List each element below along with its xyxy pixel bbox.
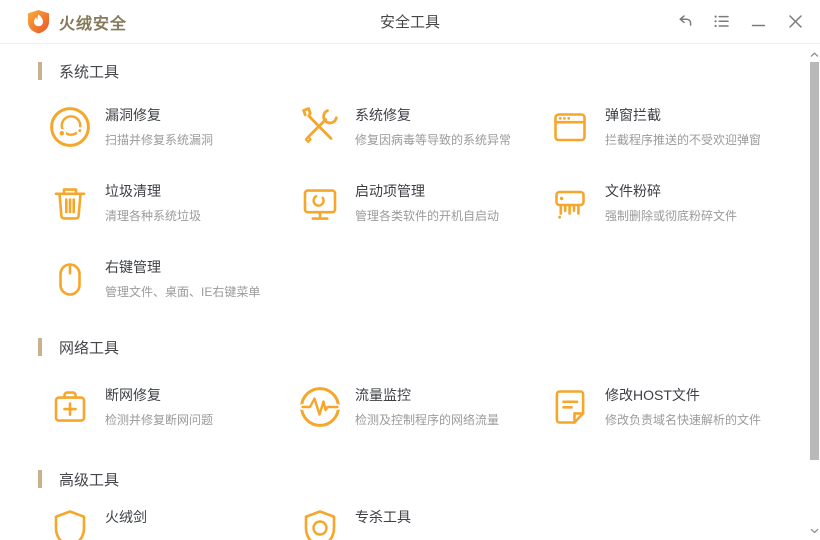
window-controls (676, 13, 820, 30)
tool-network-repair[interactable]: 断网修复 检测并修复断网问题 (48, 385, 298, 429)
tool-title: 文件粉碎 (605, 183, 661, 199)
section-accent-bar (38, 470, 42, 488)
trash-can-icon (48, 181, 92, 225)
title-bar: 火绒安全 安全工具 (0, 0, 820, 44)
tool-huorong-sword[interactable]: 火绒剑 (48, 507, 298, 540)
task-list-button[interactable] (713, 13, 730, 30)
app-window: 火绒安全 安全工具 系统工具 漏洞修复 扫描并修复系统漏洞 系统修复 修复因病毒… (0, 0, 820, 540)
tool-title: 启动项管理 (355, 183, 425, 199)
tool-title: 火绒剑 (105, 509, 147, 525)
tool-edit-host-file[interactable]: 修改HOST文件 修改负责域名快速解析的文件 (548, 385, 798, 429)
tool-desc: 检测及控制程序的网络流量 (355, 413, 500, 427)
tool-desc: 修改负责域名快速解析的文件 (605, 413, 762, 427)
shield-flame-icon (27, 9, 50, 34)
scrollbar-thumb[interactable] (810, 62, 819, 460)
tool-grid: 断网修复 检测并修复断网问题 流量监控 检测及控制程序的网络流量 修改HOST文… (48, 385, 820, 429)
brand-name: 火绒安全 (59, 15, 128, 33)
tools-page: 系统工具 漏洞修复 扫描并修复系统漏洞 系统修复 修复因病毒等导致的系统异常 弹… (0, 61, 820, 540)
tool-system-repair[interactable]: 系统修复 修复因病毒等导致的系统异常 (298, 105, 548, 149)
tool-title: 弹窗拦截 (605, 107, 661, 123)
brand: 火绒安全 (27, 9, 127, 34)
section-label: 网络工具 (59, 339, 120, 357)
tool-special-killers[interactable]: 专杀工具 (298, 507, 548, 540)
tool-desc: 修复因病毒等导致的系统异常 (355, 133, 512, 147)
tool-popup-blocker[interactable]: 弹窗拦截 拦截程序推送的不受欢迎弹窗 (548, 105, 798, 149)
section-header: 高级工具 (38, 469, 820, 489)
tool-title: 专杀工具 (355, 509, 411, 525)
tool-grid: 漏洞修复 扫描并修复系统漏洞 系统修复 修复因病毒等导致的系统异常 弹窗拦截 拦… (48, 105, 820, 301)
shield-icon (48, 507, 92, 540)
shredder-icon (548, 181, 592, 225)
tool-title: 流量监控 (355, 387, 411, 403)
section-accent-bar (38, 338, 42, 356)
close-button[interactable] (787, 13, 804, 30)
tool-title: 漏洞修复 (105, 107, 161, 123)
tool-grid: 火绒剑 专杀工具 (48, 507, 820, 540)
pulse-gauge-icon (298, 385, 342, 429)
popup-window-icon (548, 105, 592, 149)
tool-desc: 强制删除或彻底粉碎文件 (605, 209, 738, 223)
tool-desc: 管理文件、桌面、IE右键菜单 (105, 285, 261, 299)
section-label: 高级工具 (59, 471, 120, 489)
chevron-up-icon[interactable] (808, 48, 820, 62)
tool-desc: 清理各种系统垃圾 (105, 209, 202, 223)
tool-vulnerability-fix[interactable]: 漏洞修复 扫描并修复系统漏洞 (48, 105, 298, 149)
tool-traffic-monitor[interactable]: 流量监控 检测及控制程序的网络流量 (298, 385, 548, 429)
mouse-icon (48, 257, 92, 301)
monitor-power-icon (298, 181, 342, 225)
section-accent-bar (38, 62, 42, 80)
tool-title: 修改HOST文件 (605, 387, 700, 403)
tool-title: 断网修复 (105, 387, 161, 403)
section-header: 网络工具 (38, 337, 820, 357)
tool-context-menu-manager[interactable]: 右键管理 管理文件、桌面、IE右键菜单 (48, 257, 298, 301)
minimize-button[interactable] (750, 13, 767, 30)
tool-desc: 检测并修复断网问题 (105, 413, 214, 427)
tool-title: 垃圾清理 (105, 183, 161, 199)
section-advanced-tools: 高级工具 火绒剑 专杀工具 (0, 469, 820, 540)
shield-icon (298, 507, 342, 540)
section-label: 系统工具 (59, 63, 120, 81)
section-network-tools: 网络工具 断网修复 检测并修复断网问题 流量监控 检测及控制程序的网络流量 修改… (0, 337, 820, 429)
section-header: 系统工具 (38, 61, 820, 81)
document-edit-icon (548, 385, 592, 429)
first-aid-kit-icon (48, 385, 92, 429)
tool-title: 右键管理 (105, 259, 161, 275)
tool-title: 系统修复 (355, 107, 411, 123)
tool-desc: 拦截程序推送的不受欢迎弹窗 (605, 133, 762, 147)
back-button[interactable] (676, 13, 693, 30)
crossed-tools-icon (298, 105, 342, 149)
chevron-down-icon[interactable] (808, 524, 820, 538)
vertical-scrollbar[interactable] (808, 45, 820, 540)
tool-desc: 扫描并修复系统漏洞 (105, 133, 214, 147)
section-system-tools: 系统工具 漏洞修复 扫描并修复系统漏洞 系统修复 修复因病毒等导致的系统异常 弹… (0, 61, 820, 301)
tool-junk-clean[interactable]: 垃圾清理 清理各种系统垃圾 (48, 181, 298, 225)
vulnerability-scan-icon (48, 105, 92, 149)
tool-startup-manager[interactable]: 启动项管理 管理各类软件的开机自启动 (298, 181, 548, 225)
tool-desc: 管理各类软件的开机自启动 (355, 209, 500, 223)
tool-file-shredder[interactable]: 文件粉碎 强制删除或彻底粉碎文件 (548, 181, 798, 225)
